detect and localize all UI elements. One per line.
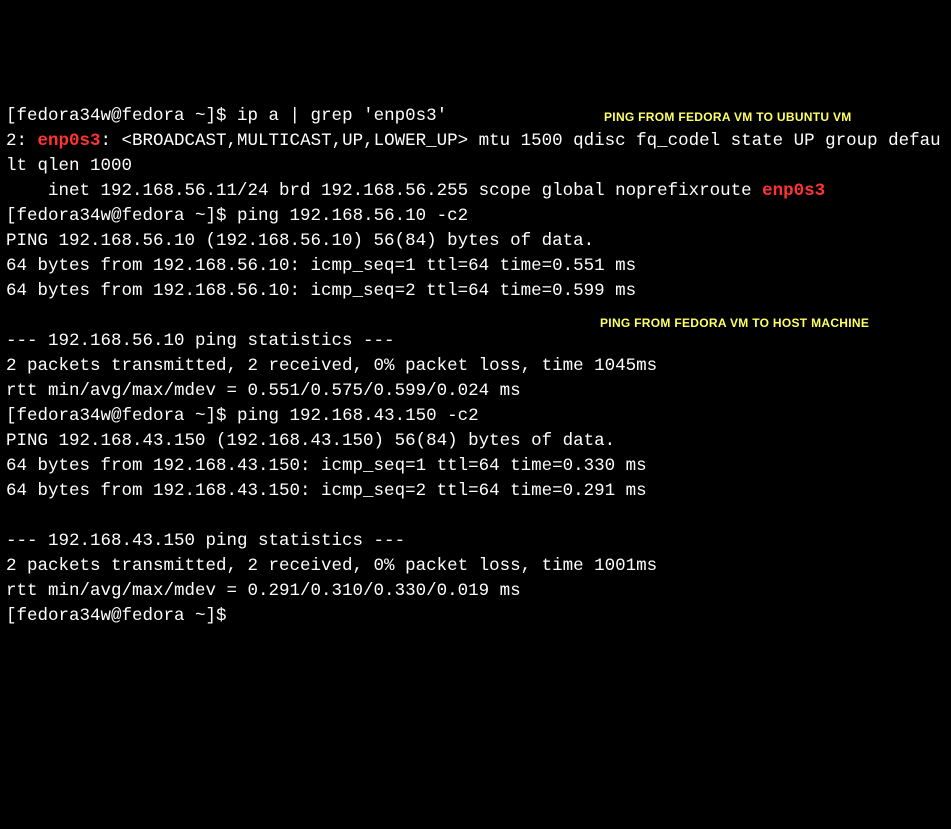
- ip-output-index: 2:: [6, 131, 38, 151]
- annotation-ping-ubuntu: PING FROM FEDORA VM TO UBUNTU VM: [604, 105, 852, 130]
- ping-stats-summary: 2 packets transmitted, 2 received, 0% pa…: [6, 556, 657, 576]
- ping-header: PING 192.168.43.150 (192.168.43.150) 56(…: [6, 431, 615, 451]
- ping-reply: 64 bytes from 192.168.43.150: icmp_seq=2…: [6, 481, 647, 501]
- interface-name-highlight: enp0s3: [762, 181, 825, 201]
- command-ip-grep: ip a | grep 'enp0s3': [237, 106, 447, 126]
- ping-stats-rtt: rtt min/avg/max/mdev = 0.291/0.310/0.330…: [6, 581, 521, 601]
- terminal-output: [fedora34w@fedora ~]$ ip a | grep 'enp0s…: [6, 104, 945, 629]
- command-ping-host: ping 192.168.43.150 -c2: [237, 406, 479, 426]
- shell-prompt: [fedora34w@fedora ~]$: [6, 206, 237, 226]
- ping-stats-sep: --- 192.168.43.150 ping statistics ---: [6, 531, 405, 551]
- ping-reply: 64 bytes from 192.168.43.150: icmp_seq=1…: [6, 456, 647, 476]
- annotation-ping-host: PING FROM FEDORA VM TO HOST MACHINE: [600, 311, 869, 336]
- interface-name-highlight: enp0s3: [38, 131, 101, 151]
- shell-prompt: [fedora34w@fedora ~]$: [6, 106, 237, 126]
- ip-output-inet: inet 192.168.56.11/24 brd 192.168.56.255…: [6, 181, 762, 201]
- ip-output-flags: : <BROADCAST,MULTICAST,UP,LOWER_UP> mtu …: [6, 131, 941, 176]
- ping-reply: 64 bytes from 192.168.56.10: icmp_seq=1 …: [6, 256, 636, 276]
- command-ping-ubuntu: ping 192.168.56.10 -c2: [237, 206, 468, 226]
- shell-prompt: [fedora34w@fedora ~]$: [6, 406, 237, 426]
- ping-stats-sep: --- 192.168.56.10 ping statistics ---: [6, 331, 395, 351]
- ping-stats-rtt: rtt min/avg/max/mdev = 0.551/0.575/0.599…: [6, 381, 521, 401]
- ping-stats-summary: 2 packets transmitted, 2 received, 0% pa…: [6, 356, 657, 376]
- ping-reply: 64 bytes from 192.168.56.10: icmp_seq=2 …: [6, 281, 636, 301]
- shell-prompt: [fedora34w@fedora ~]$: [6, 606, 237, 626]
- ping-header: PING 192.168.56.10 (192.168.56.10) 56(84…: [6, 231, 594, 251]
